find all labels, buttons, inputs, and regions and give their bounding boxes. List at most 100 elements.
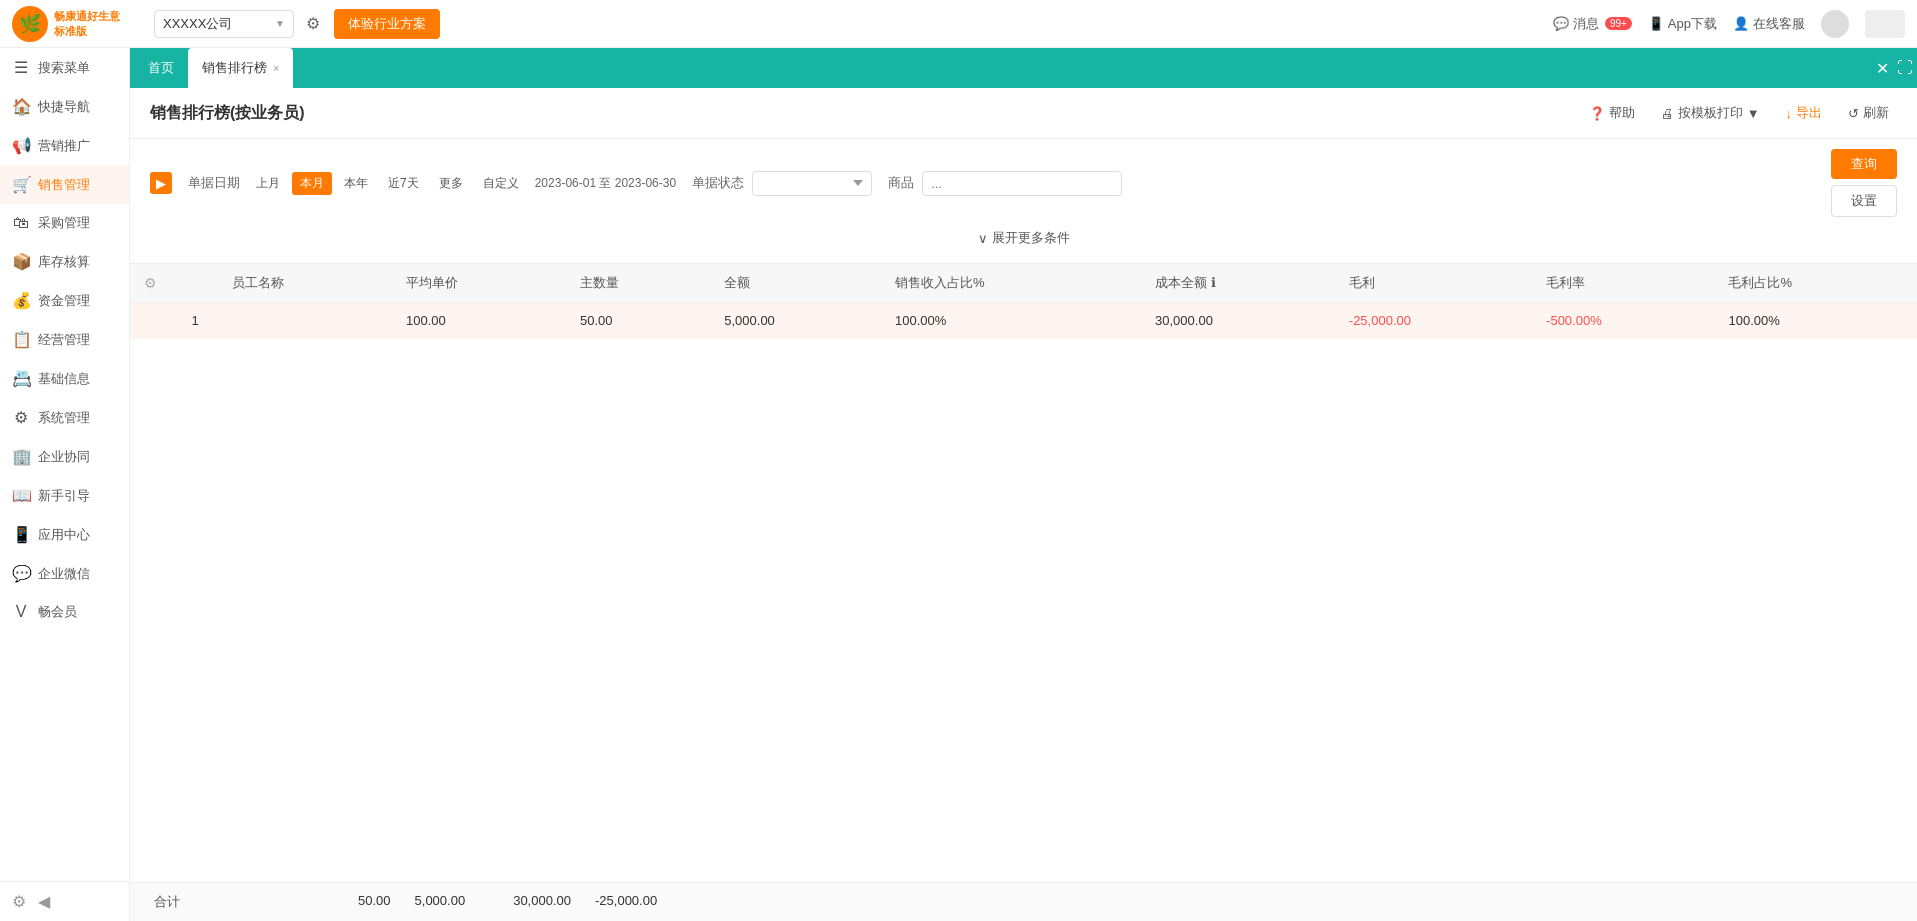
date-tab-custom[interactable]: 自定义 [475, 172, 527, 195]
sidebar-item-marketing[interactable]: 📢 营销推广 [0, 126, 129, 165]
trial-button[interactable]: 体验行业方案 [334, 9, 440, 39]
close-tab-icon[interactable]: ✕ [1876, 59, 1889, 78]
sidebar-label-finance: 资金管理 [38, 292, 90, 310]
col-settings-icon[interactable]: ⚙ [144, 275, 157, 291]
footer-label: 合计 [142, 893, 322, 911]
print-btn[interactable]: 🖨 按模板打印 ▼ [1653, 100, 1768, 126]
date-range-display: 2023-06-01 至 2023-06-30 [535, 175, 676, 192]
chevron-down-icon: ▼ [275, 18, 285, 29]
sidebar-label-system: 系统管理 [38, 409, 90, 427]
expand-more-btn[interactable]: ∨ 展开更多条件 [978, 223, 1070, 253]
sidebar-label-inventory: 库存核算 [38, 253, 90, 271]
page-title: 销售排行榜(按业务员) [150, 103, 1581, 124]
filter-row-main: ▶ 单据日期 上月 本月 本年 近7天 更多 自定义 2023-06-01 至 … [150, 149, 1897, 217]
expand-icon: ∨ [978, 231, 988, 246]
col-header-rank [170, 264, 220, 303]
sidebar-item-guide[interactable]: 📖 新手引导 [0, 476, 129, 515]
refresh-btn[interactable]: ↺ 刷新 [1840, 100, 1897, 126]
sidebar-label-sales: 销售管理 [38, 176, 90, 194]
refresh-icon: ↺ [1848, 106, 1859, 121]
goods-label: 商品 [888, 174, 914, 192]
sidebar-item-quicknav[interactable]: 🏠 快捷导航 [0, 87, 129, 126]
bottom-settings-icon[interactable]: ⚙ [12, 892, 26, 911]
tab-sales-ranking[interactable]: 销售排行榜 × [188, 48, 293, 88]
sidebar-label-weixin: 企业微信 [38, 565, 90, 583]
tab-home[interactable]: 首页 [134, 48, 188, 88]
tab-close-icon[interactable]: × [273, 62, 279, 74]
date-tab-thismonth[interactable]: 本月 [292, 172, 332, 195]
inventory-icon: 📦 [12, 252, 30, 271]
tab-sales-ranking-label: 销售排行榜 [202, 59, 267, 77]
sidebar-item-sales[interactable]: 🛒 销售管理 [0, 165, 129, 204]
system-icon: ⚙ [12, 408, 30, 427]
sidebar-label-guide: 新手引导 [38, 487, 90, 505]
date-filter: 单据日期 上月 本月 本年 近7天 更多 自定义 2023-06-01 至 20… [188, 172, 676, 195]
print-icon: 🖨 [1661, 106, 1674, 121]
message-btn[interactable]: 💬 消息 99+ [1553, 15, 1632, 33]
goods-input[interactable] [922, 171, 1122, 196]
footer-costamount: 30,000.00 [501, 893, 583, 911]
sidebar-item-system[interactable]: ⚙ 系统管理 [0, 398, 129, 437]
company-selector[interactable]: XXXXX公司 ▼ [154, 10, 294, 38]
top-settings-icon[interactable]: ⚙ [302, 10, 324, 37]
logo-area: 🌿 畅康通好生意 标准版 [12, 6, 142, 42]
date-tab-7days[interactable]: 近7天 [380, 172, 427, 195]
date-tab-lastmonth[interactable]: 上月 [248, 172, 288, 195]
filter-area: ▶ 单据日期 上月 本月 本年 近7天 更多 自定义 2023-06-01 至 … [130, 139, 1917, 264]
search-menu-icon: ☰ [12, 58, 30, 77]
sidebar-item-finance[interactable]: 💰 资金管理 [0, 281, 129, 320]
sidebar-item-vip[interactable]: V 畅会员 [0, 593, 129, 631]
date-tab-more[interactable]: 更多 [431, 172, 471, 195]
page-actions: ❓ 帮助 🖨 按模板打印 ▼ ↓ 导出 ↺ 刷新 [1581, 100, 1897, 126]
col-header-avgprice: 平均单价 [394, 264, 568, 303]
logo-icon: 🌿 [12, 6, 48, 42]
basicinfo-icon: 📇 [12, 369, 30, 388]
query-button[interactable]: 查询 [1831, 149, 1897, 179]
mobile-icon: 📱 [1648, 16, 1664, 31]
filter-toggle-btn[interactable]: ▶ [150, 172, 172, 194]
sidebar-label-quicknav: 快捷导航 [38, 98, 90, 116]
col-header-qty: 主数量 [568, 264, 712, 303]
footer-qty: 50.00 [346, 893, 403, 911]
row-amount: 5,000.00 [712, 303, 883, 339]
row-costamount: 30,000.00 [1143, 303, 1337, 339]
ranking-table: ⚙ 员工名称 平均单价 主数量 全额 销售收入占比% 成本全额 ℹ 毛利 毛利率… [130, 264, 1917, 339]
collapse-sidebar-icon[interactable]: ◀ [38, 892, 50, 911]
sidebar-item-basicinfo[interactable]: 📇 基础信息 [0, 359, 129, 398]
online-service-btn[interactable]: 👤 在线客服 [1733, 15, 1805, 33]
sidebar-item-enterprise[interactable]: 🏢 企业协同 [0, 437, 129, 476]
filter-right-btns: 查询 设置 [1831, 149, 1897, 217]
help-icon: ❓ [1589, 106, 1605, 121]
sidebar-item-inventory[interactable]: 📦 库存核算 [0, 242, 129, 281]
top-right-actions: 💬 消息 99+ 📱 App下载 👤 在线客服 [1553, 10, 1905, 38]
marketing-icon: 📢 [12, 136, 30, 155]
row-salespct: 100.00% [883, 303, 1143, 339]
guide-icon: 📖 [12, 486, 30, 505]
weixin-icon: 💬 [12, 564, 30, 583]
status-select[interactable] [752, 171, 872, 196]
col-header-profit: 毛利 [1337, 264, 1534, 303]
sidebar-item-search[interactable]: ☰ 搜索菜单 [0, 48, 129, 87]
content-area: 首页 销售排行榜 × ✕ ⛶ 销售排行榜(按业务员) ❓ 帮助 [130, 48, 1917, 921]
date-tab-thisyear[interactable]: 本年 [336, 172, 376, 195]
table-row: 1 100.00 50.00 5,000.00 100.00% 30,000.0… [130, 303, 1917, 339]
sidebar-item-purchase[interactable]: 🛍 采购管理 [0, 204, 129, 242]
help-btn[interactable]: ❓ 帮助 [1581, 100, 1643, 126]
tab-home-label: 首页 [148, 59, 174, 77]
tab-bar-right: ✕ ⛶ [1876, 59, 1913, 78]
restore-icon[interactable]: ⛶ [1897, 59, 1913, 77]
sidebar-item-weixin[interactable]: 💬 企业微信 [0, 554, 129, 593]
export-btn[interactable]: ↓ 导出 [1778, 100, 1831, 126]
sidebar-item-appcenter[interactable]: 📱 应用中心 [0, 515, 129, 554]
row-rank: 1 [170, 303, 220, 339]
app-download-btn[interactable]: 📱 App下载 [1648, 15, 1717, 33]
row-profitrate: -500.00% [1534, 303, 1716, 339]
sidebar-label-vip: 畅会员 [38, 603, 77, 621]
footer-empty2 [477, 893, 501, 911]
sidebar-item-operations[interactable]: 📋 经营管理 [0, 320, 129, 359]
footer-amount: 5,000.00 [403, 893, 478, 911]
sidebar-label-appcenter: 应用中心 [38, 526, 90, 544]
avatar[interactable] [1821, 10, 1849, 38]
col-header-costamount: 成本全额 ℹ [1143, 264, 1337, 303]
settings-button[interactable]: 设置 [1831, 185, 1897, 217]
